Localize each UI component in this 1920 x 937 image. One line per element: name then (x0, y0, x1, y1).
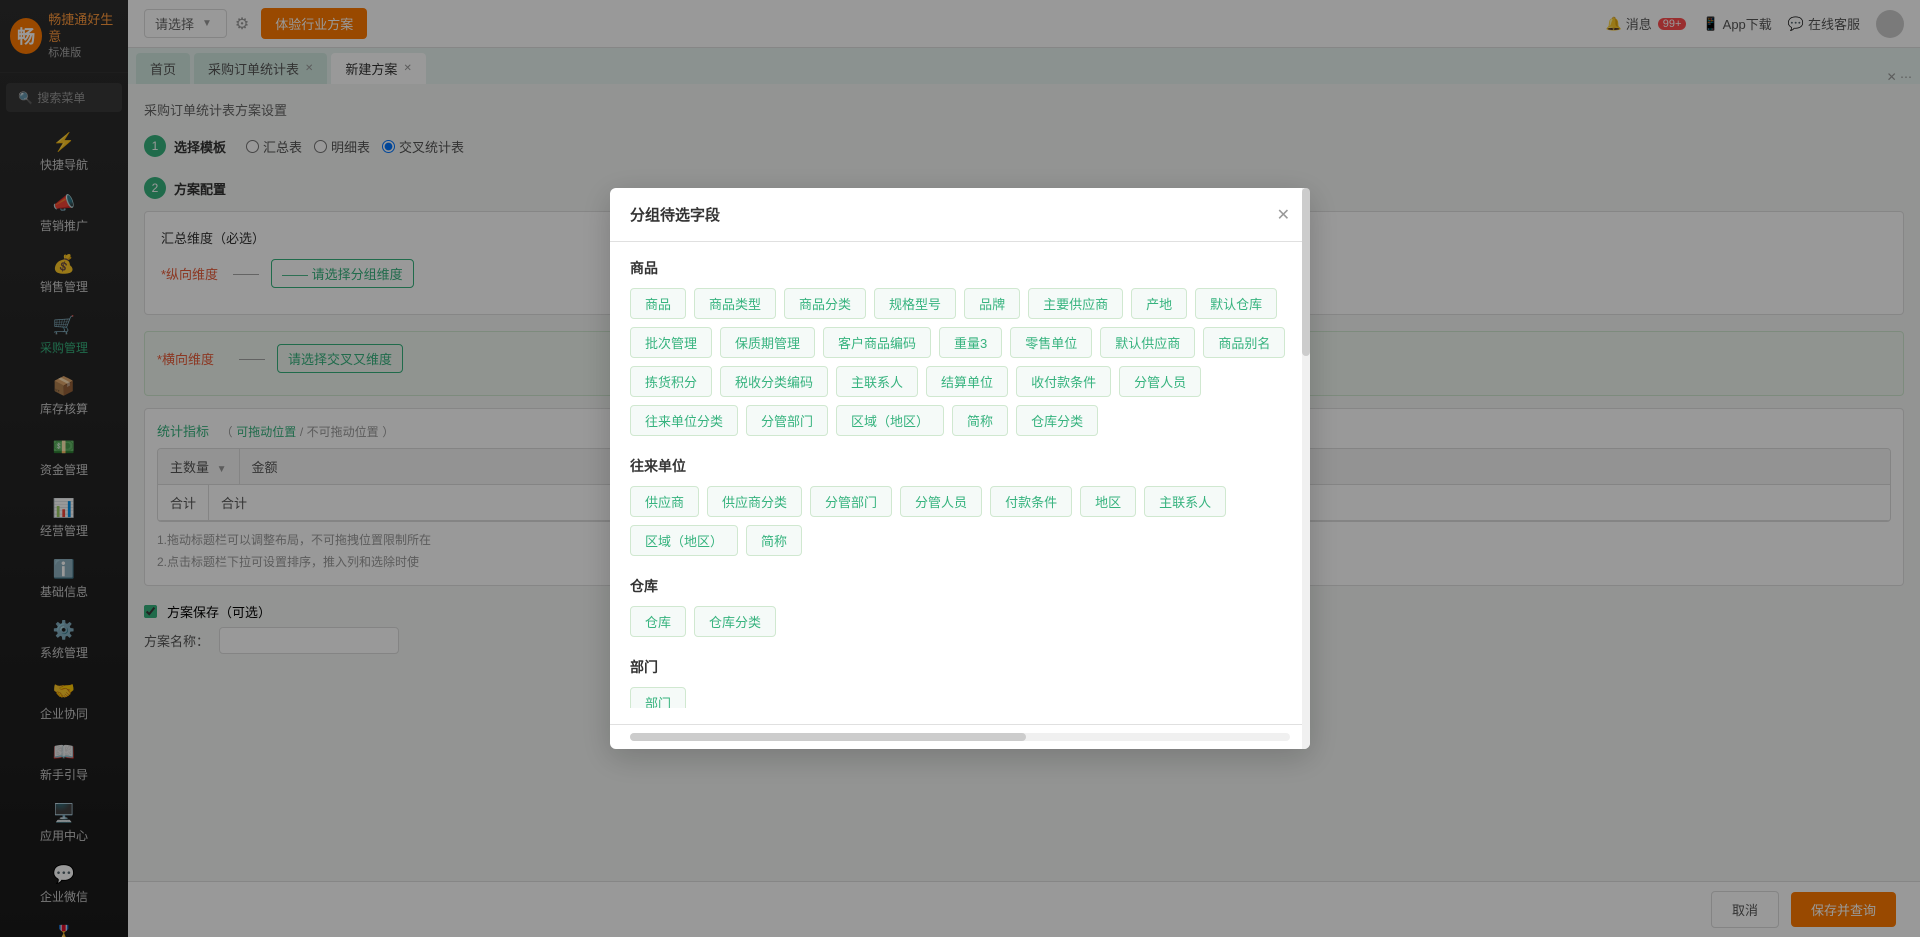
h-scroll-track[interactable] (630, 733, 1290, 741)
field-group-partner: 往来单位 供应商 供应商分类 分管部门 分管人员 付款条件 地区 主联系人 区域… (630, 456, 1286, 556)
field-tag[interactable]: 部门 (630, 687, 686, 708)
field-tag[interactable]: 地区 (1080, 486, 1136, 517)
field-tag[interactable]: 品牌 (964, 288, 1020, 319)
modal-dialog: 分组待选字段 ✕ 商品 商品 商品类型 商品分类 规格型号 品牌 主要供应商 产… (610, 188, 1310, 749)
modal-footer-scrollbar (610, 724, 1310, 749)
field-tag[interactable]: 重量3 (939, 327, 1002, 358)
field-tag[interactable]: 仓库分类 (1016, 405, 1098, 436)
field-tag[interactable]: 区域（地区） (836, 405, 944, 436)
modal-header: 分组待选字段 ✕ (610, 188, 1310, 242)
field-tag[interactable]: 结算单位 (926, 366, 1008, 397)
field-tag[interactable]: 客户商品编码 (823, 327, 931, 358)
modal-scroll-area[interactable]: 商品 商品 商品类型 商品分类 规格型号 品牌 主要供应商 产地 默认仓库 批次… (630, 258, 1290, 708)
field-group-product: 商品 商品 商品类型 商品分类 规格型号 品牌 主要供应商 产地 默认仓库 批次… (630, 258, 1286, 436)
field-tag[interactable]: 税收分类编码 (720, 366, 828, 397)
field-tag[interactable]: 商品类型 (694, 288, 776, 319)
field-tag[interactable]: 保质期管理 (720, 327, 815, 358)
group-product-tags: 商品 商品类型 商品分类 规格型号 品牌 主要供应商 产地 默认仓库 批次管理 … (630, 288, 1286, 436)
field-tag[interactable]: 供应商 (630, 486, 699, 517)
field-tag[interactable]: 简称 (952, 405, 1008, 436)
group-partner-title: 往来单位 (630, 456, 1286, 476)
field-tag[interactable]: 往来单位分类 (630, 405, 738, 436)
field-tag[interactable]: 付款条件 (990, 486, 1072, 517)
field-tag[interactable]: 产地 (1131, 288, 1187, 319)
field-tag[interactable]: 拣货积分 (630, 366, 712, 397)
v-scroll-thumb (1302, 188, 1310, 356)
field-tag[interactable]: 分管部门 (746, 405, 828, 436)
modal-body: 商品 商品 商品类型 商品分类 规格型号 品牌 主要供应商 产地 默认仓库 批次… (610, 242, 1310, 724)
h-scroll-thumb (630, 733, 1026, 741)
field-tag[interactable]: 商品 (630, 288, 686, 319)
field-tag[interactable]: 分管人员 (1119, 366, 1201, 397)
field-tag[interactable]: 批次管理 (630, 327, 712, 358)
modal-close-icon[interactable]: ✕ (1277, 205, 1290, 225)
group-warehouse-tags: 仓库 仓库分类 (630, 606, 1286, 637)
field-tag[interactable]: 主要供应商 (1028, 288, 1123, 319)
field-tag[interactable]: 商品别名 (1203, 327, 1285, 358)
field-group-department: 部门 部门 (630, 657, 1286, 708)
group-product-title: 商品 (630, 258, 1286, 278)
field-tag[interactable]: 默认供应商 (1100, 327, 1195, 358)
field-tag[interactable]: 分管部门 (810, 486, 892, 517)
field-tag[interactable]: 商品分类 (784, 288, 866, 319)
modal-overlay: 分组待选字段 ✕ 商品 商品 商品类型 商品分类 规格型号 品牌 主要供应商 产… (0, 0, 1920, 937)
field-tag[interactable]: 供应商分类 (707, 486, 802, 517)
field-tag[interactable]: 仓库分类 (694, 606, 776, 637)
field-tag[interactable]: 主联系人 (1144, 486, 1226, 517)
field-tag[interactable]: 收付款条件 (1016, 366, 1111, 397)
field-group-warehouse: 仓库 仓库 仓库分类 (630, 576, 1286, 637)
modal-title: 分组待选字段 (630, 204, 720, 225)
field-tag[interactable]: 主联系人 (836, 366, 918, 397)
field-tag[interactable]: 仓库 (630, 606, 686, 637)
field-tag[interactable]: 分管人员 (900, 486, 982, 517)
field-tag[interactable]: 默认仓库 (1195, 288, 1277, 319)
field-tag[interactable]: 零售单位 (1010, 327, 1092, 358)
field-tag[interactable]: 区域（地区） (630, 525, 738, 556)
field-tag[interactable]: 规格型号 (874, 288, 956, 319)
group-department-tags: 部门 (630, 687, 1286, 708)
group-department-title: 部门 (630, 657, 1286, 677)
v-scroll-track[interactable] (1302, 188, 1310, 749)
group-partner-tags: 供应商 供应商分类 分管部门 分管人员 付款条件 地区 主联系人 区域（地区） … (630, 486, 1286, 556)
field-tag[interactable]: 简称 (746, 525, 802, 556)
group-warehouse-title: 仓库 (630, 576, 1286, 596)
